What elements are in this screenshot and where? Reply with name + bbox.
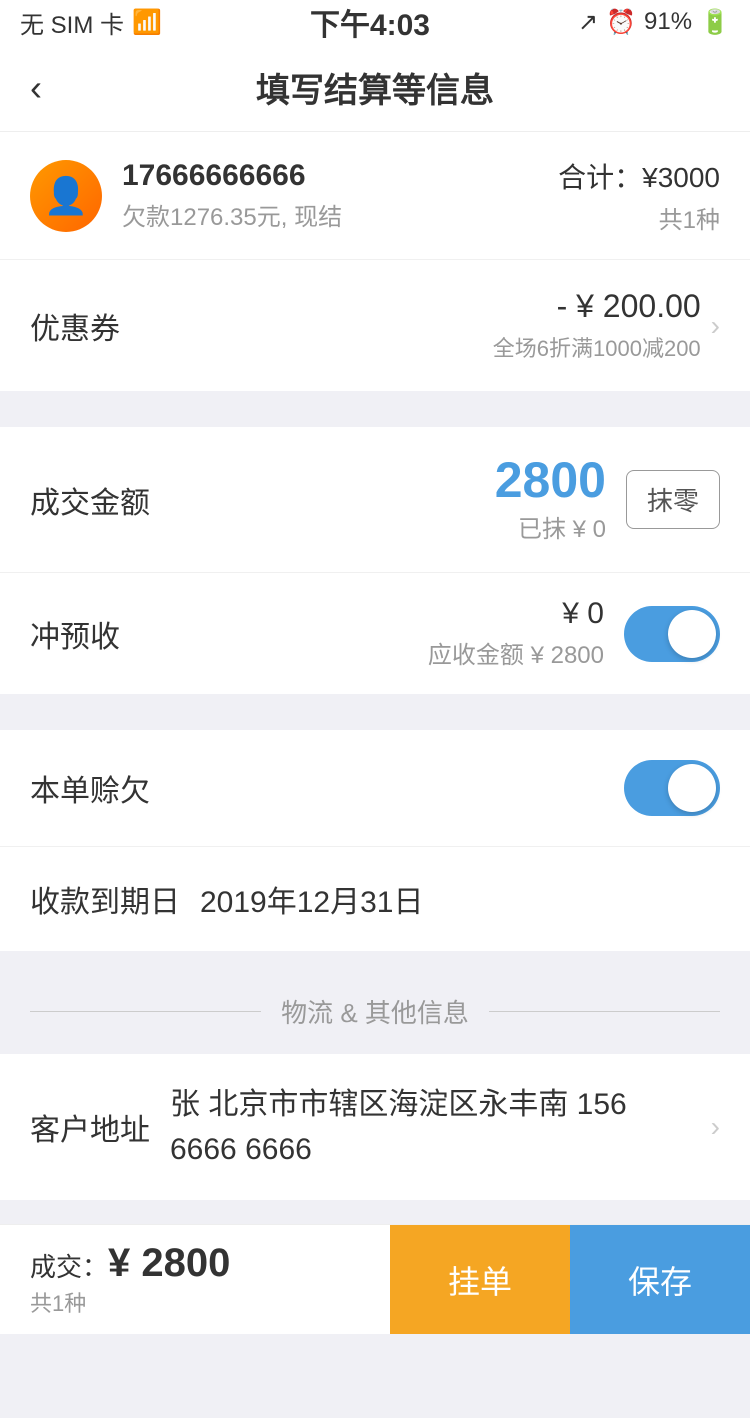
customer-right: 合计：¥3000 共1种 [558,156,720,235]
toggle-knob [668,610,716,658]
coupon-desc: 全场6折满1000减200 [493,331,701,363]
battery-icon: 🔋 [700,8,730,37]
deal-row: 成交金额 2800 已抹 ¥ 0 抹零 [0,427,750,572]
divider-1 [0,409,750,427]
hold-button[interactable]: 挂单 [390,1225,570,1334]
bottom-deal-label: 成交： [30,1252,108,1282]
prepay-right: ¥ 0 应收金额 ¥ 2800 [428,597,720,670]
customer-total: 合计：¥3000 [558,156,720,196]
avatar: 👤 [30,160,102,232]
allowance-toggle[interactable] [624,760,720,816]
customer-row: 👤 17666666666 欠款1276.35元, 现结 合计：¥3000 共1… [0,132,750,259]
deal-erased: 已抹 ¥ 0 [518,509,606,544]
carrier-label: 无 SIM 卡 [20,5,124,40]
address-chevron-icon: › [711,1111,720,1143]
prepay-row: 冲预收 ¥ 0 应收金额 ¥ 2800 [0,572,750,694]
prepay-toggle[interactable] [624,606,720,662]
round-button[interactable]: 抹零 [626,470,720,529]
coupon-label: 优惠券 [30,304,120,348]
deal-label: 成交金额 [30,478,150,522]
coupon-amount: - ¥ 200.00 [557,288,701,325]
prepay-label: 冲预收 [30,612,120,656]
location-icon: ↗ [578,8,598,37]
allowance-section: 本单赊欠 收款到期日 2019年12月31日 [0,730,750,951]
coupon-chevron-icon: › [711,310,720,342]
coupon-right: - ¥ 200.00 全场6折满1000减200 [493,288,701,363]
alarm-icon: ⏰ [606,8,636,37]
bottom-deal-amount: ¥ 2800 [108,1241,230,1285]
address-row[interactable]: 客户地址 张 北京市市辖区海淀区永丰南 156 6666 6666 › [0,1054,750,1200]
bottom-count: 共1种 [30,1286,360,1318]
deal-amount-col: 2800 已抹 ¥ 0 [495,455,606,544]
deal-amount: 2800 [495,455,606,505]
deal-right: 2800 已抹 ¥ 0 抹零 [495,455,720,544]
address-label: 客户地址 [30,1105,150,1149]
customer-section: 👤 17666666666 欠款1276.35元, 现结 合计：¥3000 共1… [0,132,750,391]
customer-debt: 欠款1276.35元, 现结 [122,197,342,232]
address-section: 客户地址 张 北京市市辖区海淀区永丰南 156 6666 6666 › [0,1054,750,1200]
prepay-amount: ¥ 0 [562,597,604,631]
wifi-icon: 📶 [132,8,162,37]
prepay-receivable: 应收金额 ¥ 2800 [428,635,604,670]
customer-count: 共1种 [558,200,720,235]
status-right: ↗ ⏰ 91% 🔋 [578,8,730,37]
divider-2 [0,712,750,730]
customer-left: 👤 17666666666 欠款1276.35元, 现结 [30,159,342,232]
bottom-bar: 成交：¥ 2800 共1种 挂单 保存 [0,1224,750,1334]
bottom-summary: 成交：¥ 2800 共1种 [0,1225,390,1334]
coupon-row[interactable]: 优惠券 - ¥ 200.00 全场6折满1000减200 › [0,259,750,391]
allowance-toggle-knob [668,764,716,812]
address-value: 张 北京市市辖区海淀区永丰南 156 6666 6666 [170,1082,701,1172]
nav-bar: ‹ 填写结算等信息 [0,44,750,132]
allowance-row: 本单赊欠 [0,730,750,846]
due-date-value: 2019年12月31日 [200,877,423,921]
allowance-label: 本单赊欠 [30,766,150,810]
customer-info: 17666666666 欠款1276.35元, 现结 [122,159,342,232]
status-left: 无 SIM 卡 📶 [20,5,162,40]
customer-phone: 17666666666 [122,159,342,193]
status-time: 下午4:03 [310,0,430,44]
logistics-label: 物流 & 其他信息 [261,993,489,1030]
bottom-deal-row: 成交：¥ 2800 [30,1241,360,1286]
deal-section: 成交金额 2800 已抹 ¥ 0 抹零 冲预收 ¥ 0 应收金额 ¥ 2800 [0,427,750,694]
logistics-divider: 物流 & 其他信息 [0,969,750,1054]
divider-line-left [30,1011,261,1012]
save-button[interactable]: 保存 [570,1225,750,1334]
prepay-amount-col: ¥ 0 应收金额 ¥ 2800 [428,597,604,670]
page-title: 填写结算等信息 [256,63,494,112]
back-button[interactable]: ‹ [30,67,42,109]
due-date-row: 收款到期日 2019年12月31日 [0,846,750,951]
due-date-label: 收款到期日 [30,877,180,921]
divider-line-right [489,1011,720,1012]
status-bar: 无 SIM 卡 📶 下午4:03 ↗ ⏰ 91% 🔋 [0,0,750,44]
battery-label: 91% [644,8,692,36]
